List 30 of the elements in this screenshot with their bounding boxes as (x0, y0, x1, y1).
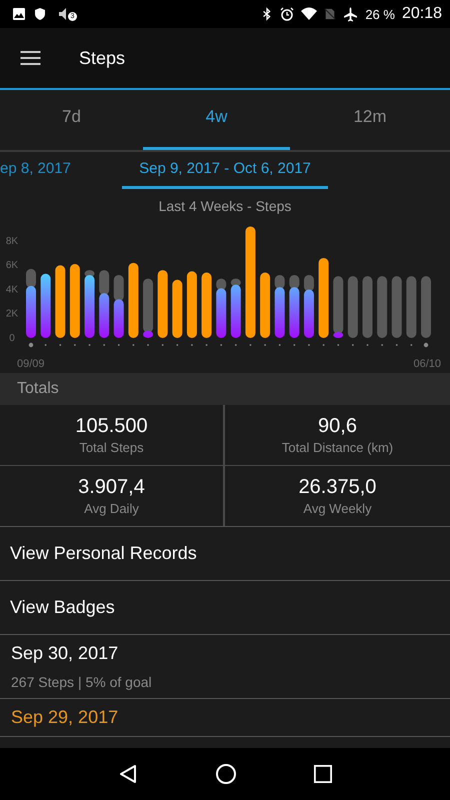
stat-label: Total Steps (79, 440, 144, 455)
screen-title: Steps (79, 48, 126, 68)
y-axis-label: 4K (6, 284, 18, 296)
stat-value: 3.907,4 (78, 476, 145, 499)
date-range-tab[interactable]: Sep 9, 2017 - Oct 6, 2017 (122, 160, 328, 189)
list-item[interactable]: View Badges (0, 581, 450, 635)
period-tab[interactable]: 12m (290, 90, 450, 150)
day-date[interactable]: Sep 30, 2017 (11, 643, 439, 664)
section-header: Totals (0, 373, 450, 405)
chart-title: Last 4 Weeks - Steps (158, 197, 292, 216)
x-axis-label: 06/10 (413, 358, 441, 370)
y-axis-label: 6K (6, 260, 18, 272)
stat-value: 26.375,0 (298, 476, 376, 499)
y-axis-label: 2K (6, 308, 18, 320)
clock-time: 20:18 (402, 5, 442, 23)
y-axis-label: 8K (6, 236, 18, 247)
y-axis-label: 0 (9, 333, 15, 344)
period-tab[interactable]: 7d (0, 90, 143, 150)
period-tab[interactable]: 4w (143, 90, 290, 150)
day-date[interactable]: Sep 29, 2017 (11, 707, 439, 728)
stat-value: 90,6 (318, 415, 357, 438)
x-axis-label: 09/09 (17, 358, 45, 370)
stat-label: Total Distance (km) (282, 440, 394, 455)
list-item[interactable]: View Personal Records (0, 527, 450, 581)
stat-value: 105.500 (75, 415, 148, 438)
stat-label: Avg Weekly (303, 501, 372, 516)
day-summary: 267 Steps | 5% of goal (11, 674, 153, 690)
date-range-tab[interactable]: ep 8, 2017 (0, 160, 71, 189)
battery-percentage: 26 % (365, 6, 395, 22)
stat-label: Avg Daily (84, 501, 139, 516)
